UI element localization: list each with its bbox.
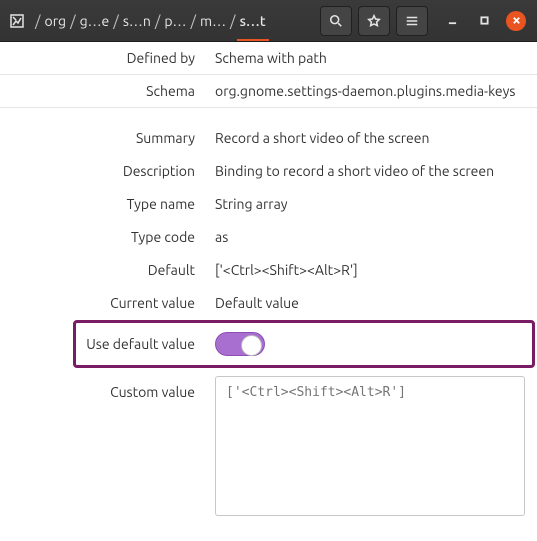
row-schema: Schema org.gnome.settings-daemon.plugins… (0, 75, 537, 108)
value-current: Default value (203, 287, 537, 320)
label-description: Description (0, 155, 203, 188)
search-icon (329, 14, 343, 28)
crumb-sep: / (154, 12, 162, 29)
value-type-name: String array (203, 188, 537, 221)
label-default: Default (0, 254, 203, 287)
maximize-icon (480, 16, 489, 25)
row-type-code: Type code as (0, 221, 537, 254)
value-defined-by: Schema with path (203, 42, 537, 74)
maximize-button[interactable] (474, 11, 494, 31)
menu-button[interactable] (396, 6, 428, 36)
minimize-button[interactable] (442, 11, 462, 31)
label-schema: Schema (0, 75, 203, 107)
label-type-name: Type name (0, 188, 203, 221)
crumb-sep: / (112, 12, 120, 29)
label-type-code: Type code (0, 221, 203, 254)
crumb-5[interactable]: s…t (237, 0, 269, 41)
label-summary: Summary (0, 122, 203, 155)
close-button[interactable] (506, 11, 526, 31)
crumb-0[interactable]: org (42, 0, 70, 41)
row-description: Description Binding to record a short vi… (0, 155, 537, 188)
crumb-sep: / (34, 12, 42, 29)
row-defined-by: Defined by Schema with path (0, 42, 537, 75)
titlebar: / org / g…e / s…n / p… / m… / s…t (0, 0, 537, 42)
crumb-2[interactable]: s…n (120, 0, 154, 41)
hamburger-icon (405, 14, 419, 28)
breadcrumb: / org / g…e / s…n / p… / m… / s…t (34, 0, 314, 41)
row-use-default: Use default value (73, 320, 535, 368)
value-summary: Record a short video of the screen (203, 122, 537, 155)
label-custom-value: Custom value (0, 376, 203, 516)
window-controls (442, 11, 526, 31)
row-current: Current value Default value (0, 287, 537, 320)
bookmark-button[interactable] (358, 6, 390, 36)
label-defined-by: Defined by (0, 42, 203, 74)
value-description: Binding to record a short video of the s… (203, 155, 537, 188)
minimize-icon (448, 16, 457, 25)
star-icon (367, 14, 381, 28)
crumb-1[interactable]: g…e (77, 0, 113, 41)
crumb-sep: / (189, 12, 197, 29)
spacer (0, 108, 537, 122)
use-default-switch[interactable] (215, 332, 265, 356)
app-icon[interactable] (5, 9, 29, 33)
row-type-name: Type name String array (0, 188, 537, 221)
crumb-sep: / (229, 12, 237, 29)
value-default: ['<Ctrl><Shift><Alt>R'] (203, 254, 537, 287)
value-type-code: as (203, 221, 537, 254)
close-icon (512, 16, 521, 25)
crumb-sep: / (69, 12, 77, 29)
crumb-3[interactable]: p… (161, 0, 189, 41)
search-button[interactable] (320, 6, 352, 36)
label-current: Current value (0, 287, 203, 320)
label-use-default: Use default value (76, 332, 203, 356)
crumb-4[interactable]: m… (197, 0, 229, 41)
value-schema: org.gnome.settings-daemon.plugins.media-… (203, 75, 537, 107)
row-default: Default ['<Ctrl><Shift><Alt>R'] (0, 254, 537, 287)
content: Defined by Schema with path Schema org.g… (0, 42, 537, 516)
row-summary: Summary Record a short video of the scre… (0, 122, 537, 155)
custom-value-input[interactable] (215, 376, 525, 516)
row-custom-value: Custom value (0, 368, 537, 516)
